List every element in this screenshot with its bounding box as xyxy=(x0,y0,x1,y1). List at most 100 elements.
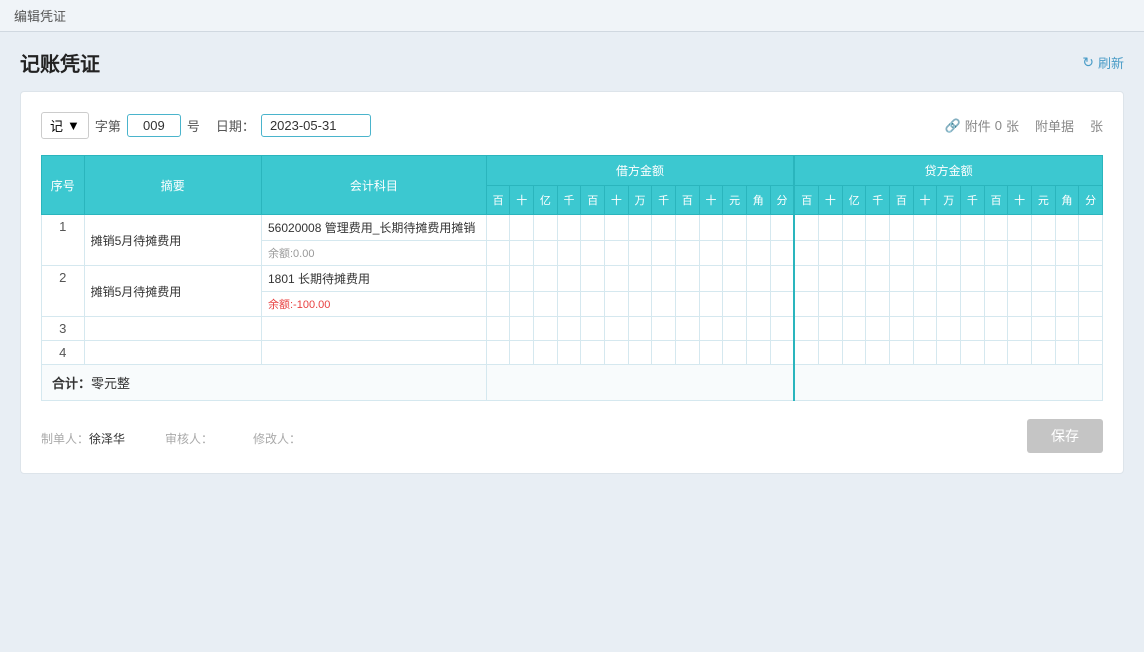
row-debit-0-1[interactable] xyxy=(510,215,534,241)
row-debit-3-8[interactable] xyxy=(675,341,699,365)
type-select[interactable]: 记 ▼ xyxy=(41,112,89,139)
row-credit-3-2[interactable] xyxy=(842,341,866,365)
row-debit-3-2[interactable] xyxy=(534,341,558,365)
row-credit-1-11[interactable] xyxy=(1055,266,1079,292)
row-debit-2-1[interactable] xyxy=(510,317,534,341)
row-credit-0-4[interactable] xyxy=(890,215,914,241)
row-credit-3-7[interactable] xyxy=(961,341,985,365)
row-debit-0-8[interactable] xyxy=(675,215,699,241)
row-debit-3-0[interactable] xyxy=(486,341,510,365)
row-debit-3-3[interactable] xyxy=(557,341,581,365)
row-credit-3-0[interactable] xyxy=(794,341,818,365)
row-credit-3-4[interactable] xyxy=(890,341,914,365)
row-credit-0-9[interactable] xyxy=(1008,215,1032,241)
date-input[interactable] xyxy=(261,114,371,137)
row-debit-3-5[interactable] xyxy=(605,341,629,365)
row-credit-1-2[interactable] xyxy=(842,266,866,292)
row-debit-1-3[interactable] xyxy=(557,266,581,292)
row-credit-0-2[interactable] xyxy=(842,215,866,241)
row-credit-3-9[interactable] xyxy=(1008,341,1032,365)
row-credit-2-11[interactable] xyxy=(1055,317,1079,341)
row-debit-1-11[interactable] xyxy=(746,266,770,292)
row-credit-0-12[interactable] xyxy=(1079,215,1103,241)
row-debit-1-7[interactable] xyxy=(652,266,676,292)
row-debit-3-9[interactable] xyxy=(699,341,723,365)
row-credit-2-10[interactable] xyxy=(1031,317,1055,341)
row-credit-1-12[interactable] xyxy=(1079,266,1103,292)
row-debit-2-7[interactable] xyxy=(652,317,676,341)
row-account-2[interactable] xyxy=(262,317,487,341)
row-credit-3-5[interactable] xyxy=(913,341,937,365)
row-credit-0-10[interactable] xyxy=(1031,215,1055,241)
row-credit-0-3[interactable] xyxy=(866,215,890,241)
row-credit-3-6[interactable] xyxy=(937,341,961,365)
row-credit-1-5[interactable] xyxy=(913,266,937,292)
row-debit-2-4[interactable] xyxy=(581,317,605,341)
row-credit-1-7[interactable] xyxy=(961,266,985,292)
row-credit-2-1[interactable] xyxy=(819,317,843,341)
row-debit-2-2[interactable] xyxy=(534,317,558,341)
row-debit-2-12[interactable] xyxy=(770,317,794,341)
row-credit-3-3[interactable] xyxy=(866,341,890,365)
row-debit-2-5[interactable] xyxy=(605,317,629,341)
row-debit-2-11[interactable] xyxy=(746,317,770,341)
refresh-button[interactable]: ↻ 刷新 xyxy=(1082,53,1124,72)
row-credit-1-1[interactable] xyxy=(819,266,843,292)
row-debit-2-6[interactable] xyxy=(628,317,652,341)
row-credit-1-9[interactable] xyxy=(1008,266,1032,292)
row-account-0[interactable]: 56020008 管理费用_长期待摊费用摊销 xyxy=(262,215,487,241)
row-credit-2-12[interactable] xyxy=(1079,317,1103,341)
row-credit-0-1[interactable] xyxy=(819,215,843,241)
row-debit-0-10[interactable] xyxy=(723,215,747,241)
row-debit-3-11[interactable] xyxy=(746,341,770,365)
row-debit-1-2[interactable] xyxy=(534,266,558,292)
row-credit-0-6[interactable] xyxy=(937,215,961,241)
row-debit-1-0[interactable] xyxy=(486,266,510,292)
row-credit-3-10[interactable] xyxy=(1031,341,1055,365)
row-credit-3-1[interactable] xyxy=(819,341,843,365)
row-debit-1-4[interactable] xyxy=(581,266,605,292)
row-credit-0-7[interactable] xyxy=(961,215,985,241)
attach-single-link[interactable]: 附单据 xyxy=(1035,116,1074,135)
row-credit-1-6[interactable] xyxy=(937,266,961,292)
row-credit-2-4[interactable] xyxy=(890,317,914,341)
row-credit-0-8[interactable] xyxy=(984,215,1008,241)
row-debit-2-10[interactable] xyxy=(723,317,747,341)
row-debit-0-12[interactable] xyxy=(770,215,794,241)
row-debit-3-1[interactable] xyxy=(510,341,534,365)
row-summary-3[interactable] xyxy=(84,341,261,365)
row-credit-0-11[interactable] xyxy=(1055,215,1079,241)
row-credit-3-12[interactable] xyxy=(1079,341,1103,365)
row-debit-0-5[interactable] xyxy=(605,215,629,241)
row-debit-2-9[interactable] xyxy=(699,317,723,341)
row-account-3[interactable] xyxy=(262,341,487,365)
row-credit-1-8[interactable] xyxy=(984,266,1008,292)
row-debit-0-7[interactable] xyxy=(652,215,676,241)
row-credit-0-5[interactable] xyxy=(913,215,937,241)
row-credit-1-0[interactable] xyxy=(794,266,818,292)
row-debit-3-10[interactable] xyxy=(723,341,747,365)
row-debit-2-8[interactable] xyxy=(675,317,699,341)
row-debit-1-6[interactable] xyxy=(628,266,652,292)
attachment-link[interactable]: 🔗 附件 0 张 xyxy=(945,116,1019,135)
row-credit-2-2[interactable] xyxy=(842,317,866,341)
row-debit-0-4[interactable] xyxy=(581,215,605,241)
row-credit-2-3[interactable] xyxy=(866,317,890,341)
row-debit-1-5[interactable] xyxy=(605,266,629,292)
row-debit-1-10[interactable] xyxy=(723,266,747,292)
row-credit-1-3[interactable] xyxy=(866,266,890,292)
row-credit-2-5[interactable] xyxy=(913,317,937,341)
row-summary-0[interactable]: 摊销5月待摊费用 xyxy=(84,215,261,266)
row-debit-3-7[interactable] xyxy=(652,341,676,365)
row-debit-1-1[interactable] xyxy=(510,266,534,292)
row-debit-0-0[interactable] xyxy=(486,215,510,241)
row-credit-0-0[interactable] xyxy=(794,215,818,241)
row-credit-2-6[interactable] xyxy=(937,317,961,341)
row-credit-3-11[interactable] xyxy=(1055,341,1079,365)
row-debit-1-12[interactable] xyxy=(770,266,794,292)
row-debit-0-11[interactable] xyxy=(746,215,770,241)
row-debit-3-12[interactable] xyxy=(770,341,794,365)
row-debit-2-0[interactable] xyxy=(486,317,510,341)
row-debit-0-3[interactable] xyxy=(557,215,581,241)
row-debit-0-2[interactable] xyxy=(534,215,558,241)
